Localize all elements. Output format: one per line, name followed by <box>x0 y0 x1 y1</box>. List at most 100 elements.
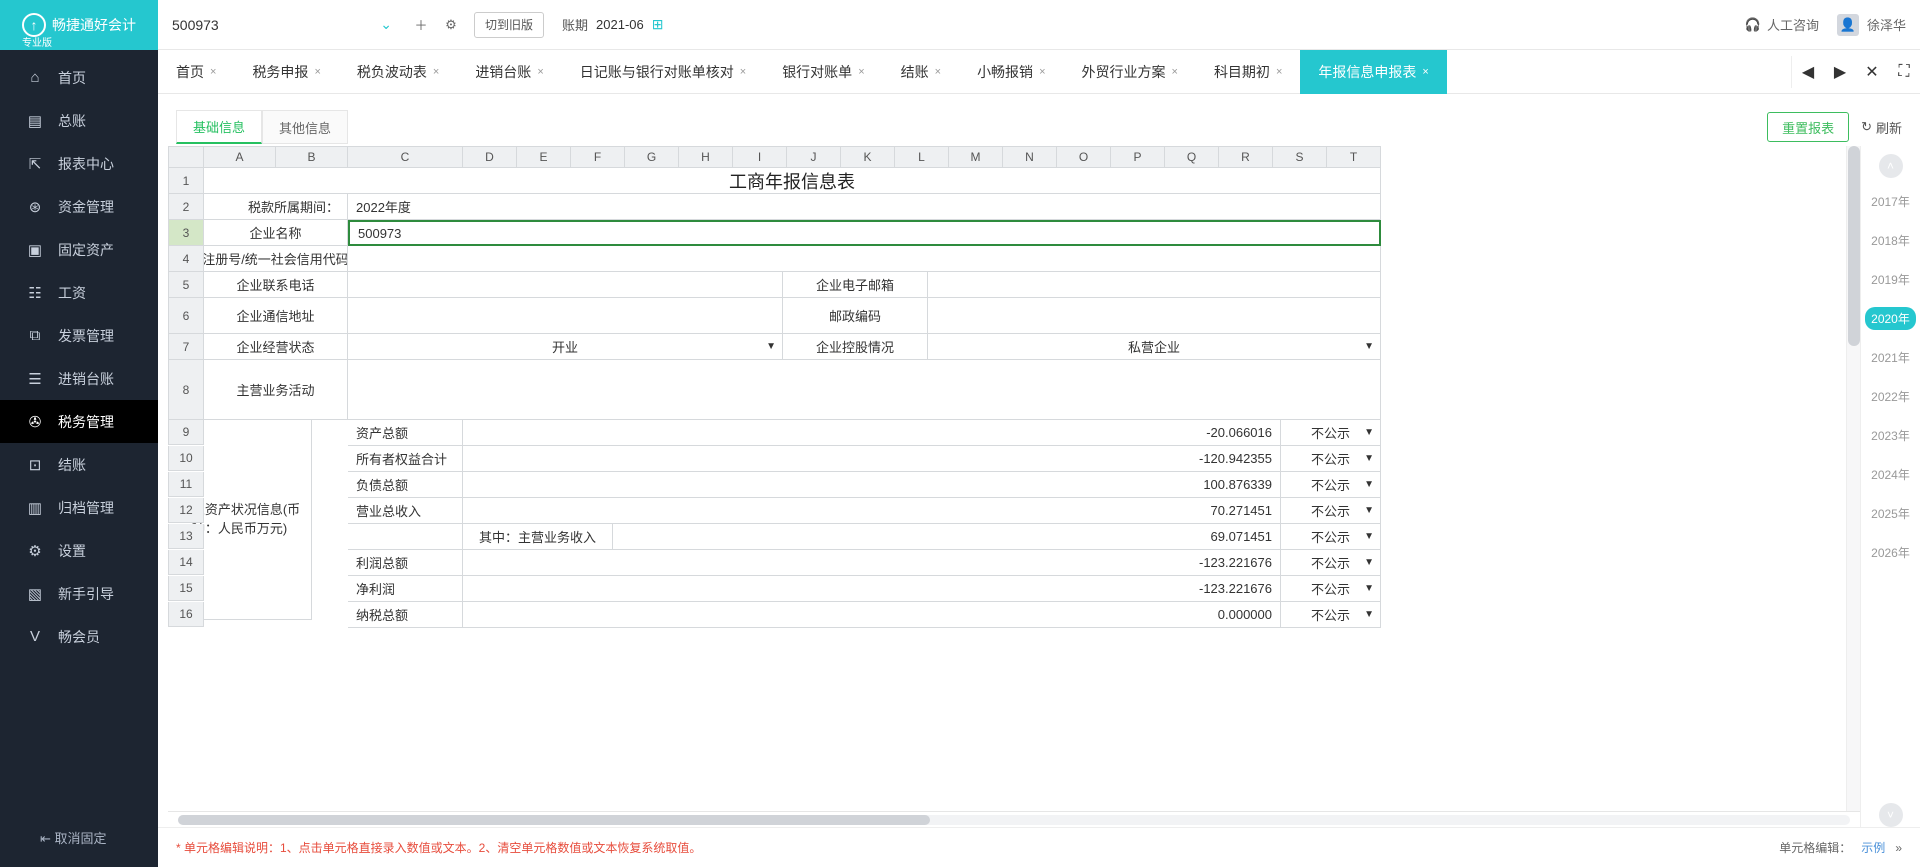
row-header-4[interactable]: 4 <box>168 246 204 272</box>
tab-10[interactable]: 年报信息申报表× <box>1300 50 1446 94</box>
tabs-close-button[interactable]: ✕ <box>1856 56 1888 88</box>
nav-item-6[interactable]: ⧉发票管理 <box>0 314 158 357</box>
tab-close-icon[interactable]: × <box>935 66 941 78</box>
col-header-D[interactable]: D <box>463 146 517 168</box>
year-2019年[interactable]: 2019年 <box>1865 268 1916 291</box>
account-select[interactable]: 500973 ⌄ <box>172 10 392 40</box>
tab-close-icon[interactable]: × <box>433 66 439 78</box>
row-header-2[interactable]: 2 <box>168 194 204 220</box>
subtab-other[interactable]: 其他信息 <box>262 110 348 144</box>
cell-fin-pub-15[interactable]: 不公示▼ <box>1281 576 1381 602</box>
tabs-prev-button[interactable]: ◀ <box>1792 56 1824 88</box>
calendar-icon[interactable]: ⊞ <box>652 16 664 33</box>
year-2024年[interactable]: 2024年 <box>1865 463 1916 486</box>
year-2025年[interactable]: 2025年 <box>1865 502 1916 525</box>
cell-fin-pub-11[interactable]: 不公示▼ <box>1281 472 1381 498</box>
unpin-button[interactable]: ⇤ 取消固定 <box>0 812 158 867</box>
cell-fin-pub-10[interactable]: 不公示▼ <box>1281 446 1381 472</box>
tab-7[interactable]: 小畅报销× <box>959 50 1063 94</box>
tab-4[interactable]: 日记账与银行对账单核对× <box>562 50 764 94</box>
tab-close-icon[interactable]: × <box>858 66 864 78</box>
nav-item-8[interactable]: ✇税务管理 <box>0 400 158 443</box>
year-2018年[interactable]: 2018年 <box>1865 229 1916 252</box>
tab-close-icon[interactable]: × <box>1172 66 1178 78</box>
year-down-button[interactable]: ˅ <box>1879 803 1903 827</box>
row-header-6[interactable]: 6 <box>168 298 204 334</box>
col-header-N[interactable]: N <box>1003 146 1057 168</box>
sheet-corner[interactable] <box>168 146 204 168</box>
nav-item-13[interactable]: V畅会员 <box>0 615 158 658</box>
row-header-11[interactable]: 11 <box>168 472 204 497</box>
subtab-basic[interactable]: 基础信息 <box>176 110 262 144</box>
tab-close-icon[interactable]: × <box>740 66 746 78</box>
cell-name-value[interactable]: 500973 <box>348 220 1381 246</box>
nav-item-9[interactable]: ⊡结账 <box>0 443 158 486</box>
cell-mainbiz-value[interactable] <box>348 360 1381 420</box>
year-2022年[interactable]: 2022年 <box>1865 385 1916 408</box>
cell-fin-value-12[interactable]: 70.271451 <box>463 498 1281 524</box>
tab-8[interactable]: 外贸行业方案× <box>1064 50 1196 94</box>
year-2020年[interactable]: 2020年 <box>1865 307 1916 330</box>
tab-close-icon[interactable]: × <box>314 66 320 78</box>
col-header-L[interactable]: L <box>895 146 949 168</box>
user-chip[interactable]: 👤 徐泽华 <box>1837 14 1906 36</box>
tab-close-icon[interactable]: × <box>537 66 543 78</box>
year-2026年[interactable]: 2026年 <box>1865 541 1916 564</box>
tab-close-icon[interactable]: × <box>1276 66 1282 78</box>
tab-close-icon[interactable]: × <box>1039 66 1045 78</box>
fullscreen-icon[interactable]: ⛶ <box>1888 56 1920 88</box>
nav-item-12[interactable]: ▧新手引导 <box>0 572 158 615</box>
vertical-scrollbar[interactable] <box>1846 146 1860 811</box>
col-header-A[interactable]: A <box>204 146 276 168</box>
old-version-button[interactable]: 切到旧版 <box>474 12 544 38</box>
cell-fin-pub-14[interactable]: 不公示▼ <box>1281 550 1381 576</box>
tab-0[interactable]: 首页× <box>158 50 234 94</box>
col-header-B[interactable]: B <box>276 146 348 168</box>
col-header-S[interactable]: S <box>1273 146 1327 168</box>
tab-2[interactable]: 税负波动表× <box>339 50 457 94</box>
col-header-M[interactable]: M <box>949 146 1003 168</box>
tab-3[interactable]: 进销台账× <box>457 50 561 94</box>
nav-item-10[interactable]: ▥归档管理 <box>0 486 158 529</box>
cell-holding-value[interactable]: 私营企业▼ <box>928 334 1381 360</box>
nav-item-5[interactable]: ☷工资 <box>0 271 158 314</box>
col-header-C[interactable]: C <box>348 146 463 168</box>
col-header-F[interactable]: F <box>571 146 625 168</box>
cell-fin-value-11[interactable]: 100.876339 <box>463 472 1281 498</box>
cell-fin-pub-12[interactable]: 不公示▼ <box>1281 498 1381 524</box>
cell-fin-value-13[interactable]: 69.071451 <box>613 524 1281 550</box>
example-expand-icon[interactable]: » <box>1895 841 1902 855</box>
tab-close-icon[interactable]: × <box>1422 66 1428 78</box>
support-button[interactable]: 🎧 人工咨询 <box>1745 15 1819 34</box>
col-header-E[interactable]: E <box>517 146 571 168</box>
col-header-K[interactable]: K <box>841 146 895 168</box>
year-up-button[interactable]: ˄ <box>1879 154 1903 178</box>
row-header-3[interactable]: 3 <box>168 220 204 246</box>
cell-fin-pub-13[interactable]: 不公示▼ <box>1281 524 1381 550</box>
cell-fin-value-9[interactable]: -20.066016 <box>463 420 1281 446</box>
cell-fin-value-10[interactable]: -120.942355 <box>463 446 1281 472</box>
cell-fin-pub-16[interactable]: 不公示▼ <box>1281 602 1381 628</box>
gear-icon[interactable]: ⚙ <box>436 10 466 40</box>
row-header-8[interactable]: 8 <box>168 360 204 420</box>
refresh-button[interactable]: ↻ 刷新 <box>1861 118 1902 137</box>
year-2017年[interactable]: 2017年 <box>1865 190 1916 213</box>
col-header-P[interactable]: P <box>1111 146 1165 168</box>
cell-fin-value-14[interactable]: -123.221676 <box>463 550 1281 576</box>
cell-fin-value-15[interactable]: -123.221676 <box>463 576 1281 602</box>
row-header-13[interactable]: 13 <box>168 524 204 549</box>
tab-9[interactable]: 科目期初× <box>1196 50 1300 94</box>
col-header-J[interactable]: J <box>787 146 841 168</box>
row-header-16[interactable]: 16 <box>168 602 204 627</box>
tab-5[interactable]: 银行对账单× <box>764 50 882 94</box>
col-header-T[interactable]: T <box>1327 146 1381 168</box>
nav-item-4[interactable]: ▣固定资产 <box>0 228 158 271</box>
row-header-14[interactable]: 14 <box>168 550 204 575</box>
row-header-5[interactable]: 5 <box>168 272 204 298</box>
cell-postcode-value[interactable] <box>928 298 1381 334</box>
row-header-7[interactable]: 7 <box>168 334 204 360</box>
cell-reg-value[interactable] <box>348 246 1381 272</box>
col-header-O[interactable]: O <box>1057 146 1111 168</box>
nav-item-7[interactable]: ☰进销台账 <box>0 357 158 400</box>
row-header-15[interactable]: 15 <box>168 576 204 601</box>
